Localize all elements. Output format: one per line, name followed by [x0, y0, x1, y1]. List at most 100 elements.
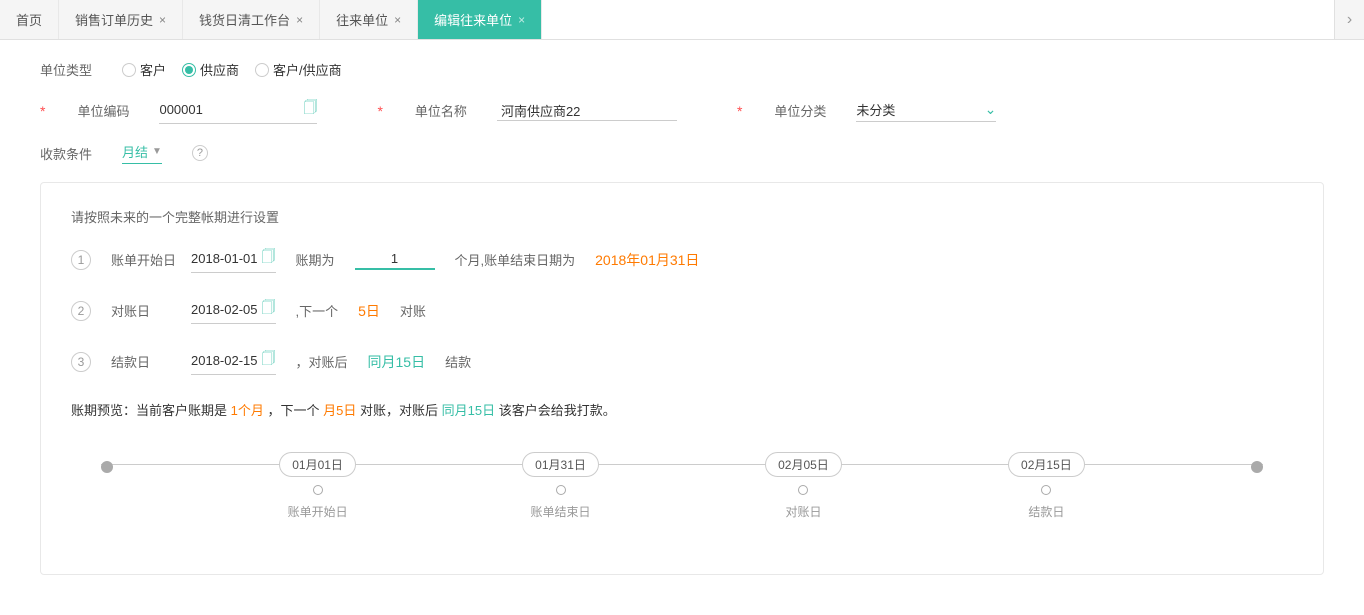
tab-partner[interactable]: 往来单位 × — [320, 0, 418, 39]
name-required-star: * — [377, 103, 382, 119]
preview-highlight3: 同月15日 — [442, 403, 495, 418]
preview-text: 账期预览：当前客户账期是 1个月 ，下一个 月5日 对账，对账后 同月15日 该… — [71, 399, 1293, 422]
period-date-val-3: 2018-02-15 — [191, 353, 258, 368]
radio-customer[interactable]: 客户 — [122, 60, 166, 79]
preview-highlight1: 1个月 — [231, 403, 264, 418]
radio-both-circle — [255, 63, 269, 77]
unit-code-icon[interactable]: 🗍 — [303, 97, 317, 121]
radio-supplier-dot — [185, 66, 193, 74]
timeline-label-1: 账单结束日 — [531, 503, 591, 520]
timeline-item-1: 01月31日 账单结束日 — [522, 452, 599, 520]
tab-edit-partner-label: 编辑往来单位 — [434, 10, 512, 29]
section-card: 请按照未来的一个完整帐期进行设置 1 账单开始日 2018-01-01 🗍 账期… — [40, 182, 1324, 575]
period-cal-icon-3[interactable]: 🗍 — [262, 348, 276, 372]
timeline-dot-2 — [798, 485, 808, 495]
unit-name-input[interactable] — [497, 101, 677, 121]
period-suffix-pre-3: ，对账后 — [296, 352, 348, 371]
preview-suffix: 该客户会给我打款。 — [499, 403, 616, 418]
timeline-dot-0 — [313, 485, 323, 495]
tab-edit-partner[interactable]: 编辑往来单位 × — [418, 0, 542, 39]
payment-row: 收款条件 月结 ▼ ? — [40, 142, 1324, 164]
tab-bar: 首页 销售订单历史 × 钱货日清工作台 × 往来单位 × 编辑往来单位 × › — [0, 0, 1364, 40]
timeline-dot-end-cap — [1251, 461, 1263, 473]
tab-home-label: 首页 — [16, 10, 42, 29]
timeline-item-3: 02月15日 结款日 — [1008, 452, 1085, 520]
timeline-dot-1 — [556, 485, 566, 495]
tab-cash-work-close[interactable]: × — [296, 13, 303, 27]
timeline-badge-3: 02月15日 — [1008, 452, 1085, 477]
radio-supplier-label: 供应商 — [200, 60, 239, 79]
code-required-star: * — [40, 103, 45, 119]
section-title: 请按照未来的一个完整帐期进行设置 — [71, 207, 1293, 226]
tab-edit-partner-close[interactable]: × — [518, 13, 525, 27]
tab-sales-history-label: 销售订单历史 — [75, 10, 153, 29]
unit-name-label: 单位名称 — [415, 101, 467, 120]
timeline-item-0: 01月01日 账单开始日 — [279, 452, 356, 520]
unit-code-field: 000001 🗍 — [159, 97, 317, 124]
unit-type-row: 单位类型 客户 供应商 客户/供应商 — [40, 60, 1324, 79]
period-date-1: 2018-01-01 🗍 — [191, 246, 276, 273]
unit-category-value: 未分类 — [856, 100, 980, 119]
period-row-2: 2 对账日 2018-02-05 🗍 ,下一个5日 对账 — [71, 297, 1293, 324]
period-date-val-1: 2018-01-01 — [191, 251, 258, 266]
tab-sales-history-close[interactable]: × — [159, 13, 166, 27]
tab-cash-work[interactable]: 钱货日清工作台 × — [183, 0, 320, 39]
period-num-3: 3 — [71, 352, 91, 372]
tab-partner-close[interactable]: × — [394, 13, 401, 27]
tab-cash-work-label: 钱货日清工作台 — [199, 10, 290, 29]
tab-sales-history[interactable]: 销售订单历史 × — [59, 0, 183, 39]
preview-highlight2: 月5日 — [323, 403, 356, 418]
radio-both[interactable]: 客户/供应商 — [255, 60, 342, 79]
period-date-val-2: 2018-02-05 — [191, 302, 258, 317]
timeline-label-2: 对账日 — [785, 503, 821, 520]
period-label-1: 账单开始日 — [111, 250, 171, 269]
period-row-3: 3 结款日 2018-02-15 🗍 ，对账后 同月15日 结款 — [71, 348, 1293, 375]
period-suffix-mid-1: 个月,账单结束日期为 — [455, 250, 576, 269]
payment-value: 月结 — [122, 142, 148, 161]
payment-arrow: ▼ — [152, 146, 162, 157]
period-suffix-post-3: 结款 — [445, 352, 471, 371]
timeline-badge-0: 01月01日 — [279, 452, 356, 477]
timeline-dot-3 — [1041, 485, 1051, 495]
tab-home[interactable]: 首页 — [0, 0, 59, 39]
radio-supplier-circle — [182, 63, 196, 77]
timeline-item-2: 02月05日 对账日 — [765, 452, 842, 520]
radio-customer-circle — [122, 63, 136, 77]
radio-supplier[interactable]: 供应商 — [182, 60, 239, 79]
payment-help-icon[interactable]: ? — [192, 145, 208, 161]
tab-more-arrow[interactable]: › — [1334, 0, 1364, 39]
unit-code-label: 单位编码 — [77, 101, 129, 120]
payment-label: 收款条件 — [40, 144, 92, 163]
period-highlight-2: 5日 — [358, 301, 380, 321]
unit-type-radio-group: 客户 供应商 客户/供应商 — [122, 60, 342, 79]
period-label-3: 结款日 — [111, 352, 171, 371]
unit-type-label: 单位类型 — [40, 60, 92, 79]
timeline-label-0: 账单开始日 — [288, 503, 348, 520]
period-cal-icon-1[interactable]: 🗍 — [262, 246, 276, 270]
payment-select[interactable]: 月结 ▼ — [122, 142, 162, 164]
timeline-item-start-cap — [101, 452, 113, 473]
radio-customer-label: 客户 — [140, 60, 166, 79]
unit-category-dropdown[interactable]: 未分类 ⌄ — [856, 100, 996, 122]
timeline-item-end-cap — [1251, 452, 1263, 473]
unit-category-arrow: ⌄ — [985, 101, 997, 118]
period-num-2: 2 — [71, 301, 91, 321]
period-suffix-post-2: 对账 — [400, 301, 426, 320]
preview-mid2: 对账，对账后 — [360, 403, 438, 418]
period-months-input[interactable] — [355, 249, 435, 270]
period-date-2: 2018-02-05 🗍 — [191, 297, 276, 324]
period-cal-icon-2[interactable]: 🗍 — [262, 297, 276, 321]
unit-info-row: * 单位编码 000001 🗍 * 单位名称 * 单位分类 未分类 ⌄ — [40, 97, 1324, 124]
preview-prefix: 账期预览：当前客户账期是 — [71, 403, 227, 418]
period-suffix-pre-1: 账期为 — [296, 250, 335, 269]
main-content: 单位类型 客户 供应商 客户/供应商 * 单位编码 000001 🗍 — [0, 40, 1364, 615]
unit-category-label: 单位分类 — [774, 101, 826, 120]
timeline-label-3: 结款日 — [1028, 503, 1064, 520]
period-highlight-3: 同月15日 — [368, 352, 426, 372]
tab-partner-label: 往来单位 — [336, 10, 388, 29]
period-date-3: 2018-02-15 🗍 — [191, 348, 276, 375]
unit-code-input[interactable]: 000001 — [159, 102, 299, 117]
period-label-2: 对账日 — [111, 301, 171, 320]
timeline-badge-1: 01月31日 — [522, 452, 599, 477]
timeline-badge-2: 02月05日 — [765, 452, 842, 477]
